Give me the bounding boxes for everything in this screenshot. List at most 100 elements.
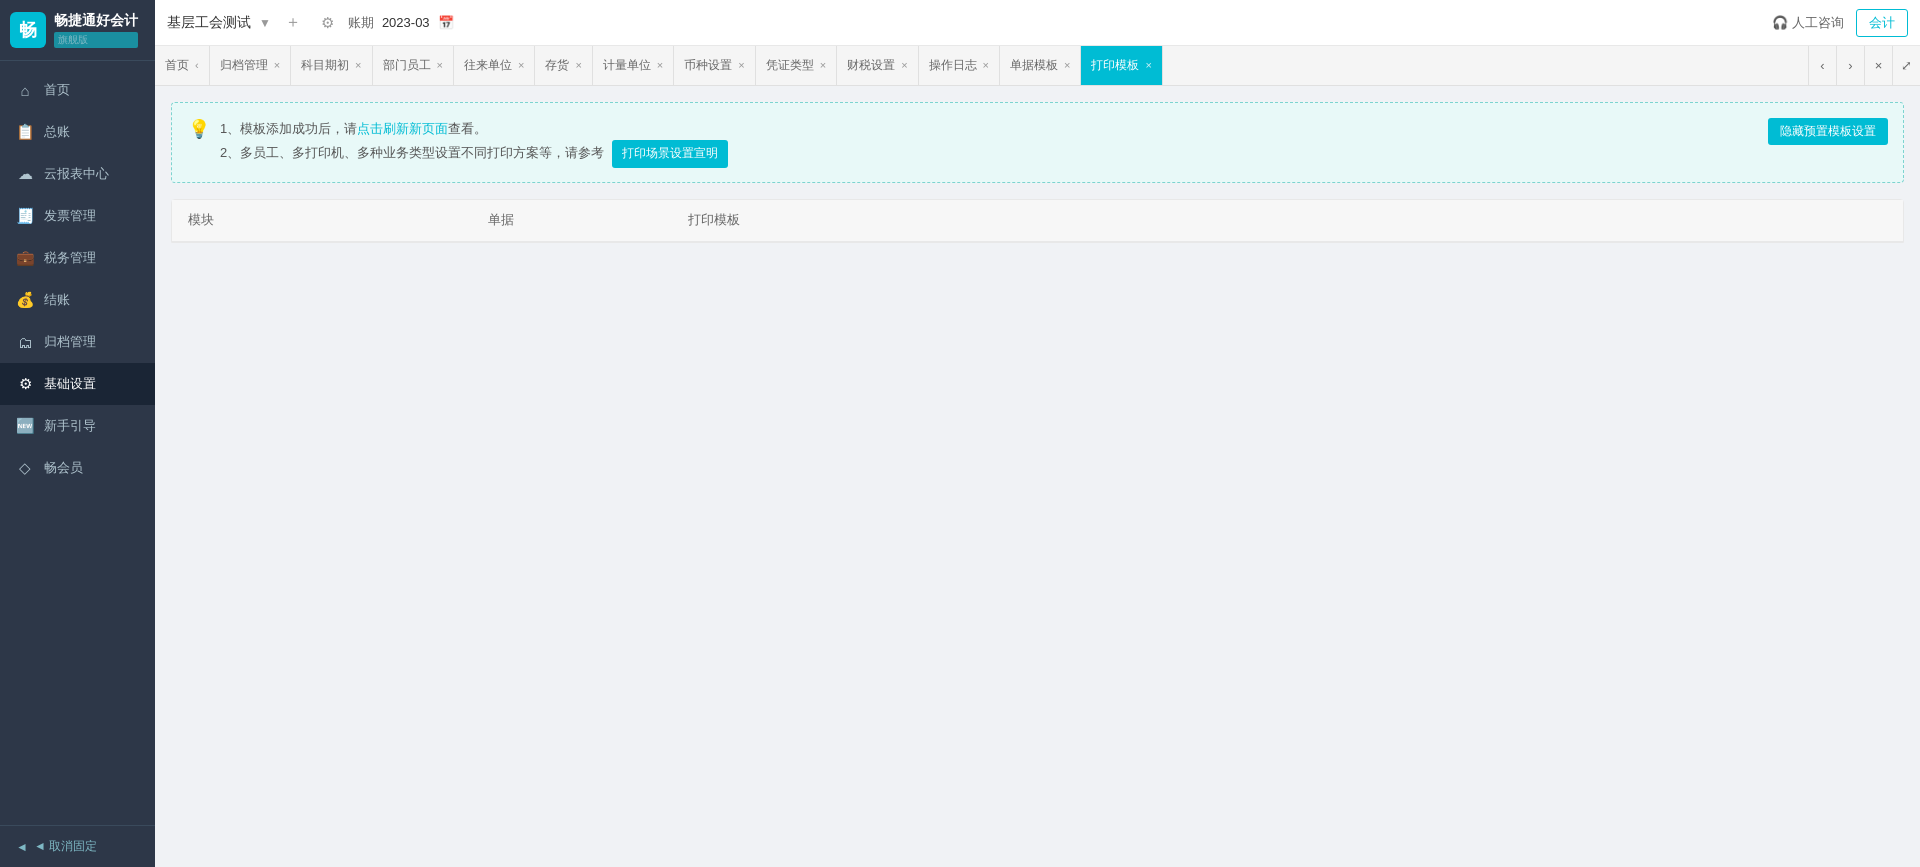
tab-archive-mgmt-label: 归档管理 [220,57,268,74]
tax-icon: 💼 [16,249,34,267]
support-button[interactable]: 🎧 人工咨询 [1772,14,1844,32]
col-print-header: 打印模板 [672,211,1903,229]
reports-icon: ☁ [16,165,34,183]
refresh-link[interactable]: 点击刷新新页面 [357,121,448,136]
main-area: 基层工会测试 ▼ ＋ ⚙ 账期 2023-03 📅 🎧 人工咨询 会计 首页 ‹… [155,0,1920,867]
col-module-header: 模块 [172,211,472,229]
tab-home-label: 首页 [165,57,189,74]
tab-voucher-type-label: 凭证类型 [766,57,814,74]
tab-oplog-label: 操作日志 [929,57,977,74]
sidebar-label-member: 畅会员 [44,459,83,477]
calendar-icon[interactable]: 📅 [438,15,454,30]
sidebar-item-member[interactable]: ◇ 畅会员 [0,447,155,489]
tab-dept-label: 部门员工 [383,57,431,74]
tab-vendor-label: 往来单位 [464,57,512,74]
sidebar-item-tax[interactable]: 💼 税务管理 [0,237,155,279]
info-line1-prefix: 1、模板添加成功后，请 [220,121,357,136]
hide-preview-button[interactable]: 隐藏预置模板设置 [1768,118,1888,145]
content-wrapper: 隐藏预置模板设置 💡 1、模板添加成功后，请点击刷新新页面查看。 2、多员工、多… [171,102,1904,243]
sidebar-item-settings[interactable]: ⚙ 基础设置 [0,363,155,405]
tab-archive-mgmt-close[interactable]: × [274,60,280,71]
tab-subject-close[interactable]: × [355,60,361,71]
tab-oplog[interactable]: 操作日志 × [919,46,1000,86]
tabbar: 首页 ‹ 归档管理 × 科目期初 × 部门员工 × 往来单位 × 存货 × 计量… [155,46,1920,86]
topbar-left: 基层工会测试 ▼ ＋ ⚙ 账期 2023-03 📅 [167,10,454,35]
explain-button[interactable]: 打印场景设置宣明 [612,140,728,168]
tab-voucher-type-close[interactable]: × [820,60,826,71]
tab-receipt-tpl-close[interactable]: × [1064,60,1070,71]
sidebar-item-settle[interactable]: 💰 结账 [0,279,155,321]
sidebar-item-home[interactable]: ⌂ 首页 [0,69,155,111]
invoice-icon: 🧾 [16,207,34,225]
sidebar-label-guide: 新手引导 [44,417,96,435]
tab-print-tpl[interactable]: 打印模板 × [1081,46,1162,86]
tab-home[interactable]: 首页 ‹ [155,46,210,86]
unpin-icon: ◄ [16,840,28,854]
tab-currency[interactable]: 币种设置 × [674,46,755,86]
tab-print-tpl-label: 打印模板 [1091,57,1139,74]
tab-tax-settings-close[interactable]: × [901,60,907,71]
tab-voucher-type[interactable]: 凭证类型 × [756,46,837,86]
info-line1: 1、模板添加成功后，请点击刷新新页面查看。 [220,117,728,140]
info-line2: 2、多员工、多打印机、多种业务类型设置不同打印方案等，请参考 打印场景设置宣明 [220,140,728,168]
tab-unit[interactable]: 计量单位 × [593,46,674,86]
sidebar-item-archive[interactable]: 🗂 归档管理 [0,321,155,363]
sidebar-label-ledger: 总账 [44,123,70,141]
tab-actions: ‹ › × ⤢ [1808,46,1920,86]
logo-icon: 畅 [10,12,46,48]
tab-receipt-tpl-label: 单据模板 [1010,57,1058,74]
tab-print-tpl-close[interactable]: × [1145,60,1151,71]
settings-gear-icon[interactable]: ⚙ [315,12,340,34]
guide-icon: 🆕 [16,417,34,435]
company-dropdown-icon[interactable]: ▼ [259,16,271,30]
support-label: 人工咨询 [1792,14,1844,32]
logo: 畅 畅捷通好会计 旗舰版 [0,0,155,61]
logo-title: 畅捷通好会计 [54,12,138,30]
tab-subject[interactable]: 科目期初 × [291,46,372,86]
tab-stock[interactable]: 存货 × [535,46,592,86]
sidebar-label-invoice: 发票管理 [44,207,96,225]
tab-oplog-close[interactable]: × [983,60,989,71]
sidebar-item-invoice[interactable]: 🧾 发票管理 [0,195,155,237]
lightbulb-icon: 💡 [188,118,210,140]
tab-nav-arrow[interactable]: ‹ [195,60,199,71]
topbar-right: 🎧 人工咨询 会计 [1772,9,1908,37]
tab-unit-label: 计量单位 [603,57,651,74]
tab-tax-settings-label: 财税设置 [847,57,895,74]
info-line1-suffix: 查看。 [448,121,487,136]
tab-stock-label: 存货 [545,57,569,74]
sidebar-item-guide[interactable]: 🆕 新手引导 [0,405,155,447]
sidebar-item-ledger[interactable]: 📋 总账 [0,111,155,153]
unpin-sidebar-button[interactable]: ◄ ◄ 取消固定 [0,825,155,867]
settle-icon: 💰 [16,291,34,309]
tab-currency-label: 币种设置 [684,57,732,74]
sidebar-label-settle: 结账 [44,291,70,309]
sidebar-label-settings: 基础设置 [44,375,96,393]
tab-currency-close[interactable]: × [738,60,744,71]
tab-unit-close[interactable]: × [657,60,663,71]
table-head-row: 模块 单据 打印模板 [172,200,1903,242]
tab-vendor-close[interactable]: × [518,60,524,71]
info-line2-text: 2、多员工、多打印机、多种业务类型设置不同打印方案等，请参考 [220,145,604,160]
tab-archive-mgmt[interactable]: 归档管理 × [210,46,291,86]
tab-receipt-tpl[interactable]: 单据模板 × [1000,46,1081,86]
tab-prev-button[interactable]: ‹ [1808,46,1836,86]
tab-stock-close[interactable]: × [575,60,581,71]
add-tab-button[interactable]: ＋ [279,10,307,35]
col-doc-header: 单据 [472,211,672,229]
account-button[interactable]: 会计 [1856,9,1908,37]
tab-dept[interactable]: 部门员工 × [373,46,454,86]
tab-expand-button[interactable]: ⤢ [1892,46,1920,86]
tab-vendor[interactable]: 往来单位 × [454,46,535,86]
sidebar-label-tax: 税务管理 [44,249,96,267]
unpin-label: ◄ 取消固定 [34,838,97,855]
sidebar-item-reports[interactable]: ☁ 云报表中心 [0,153,155,195]
tab-next-button[interactable]: › [1836,46,1864,86]
content-area: 隐藏预置模板设置 💡 1、模板添加成功后，请点击刷新新页面查看。 2、多员工、多… [155,86,1920,867]
tab-close-all-button[interactable]: × [1864,46,1892,86]
info-text: 1、模板添加成功后，请点击刷新新页面查看。 2、多员工、多打印机、多种业务类型设… [220,117,728,168]
tab-tax-settings[interactable]: 财税设置 × [837,46,918,86]
topbar: 基层工会测试 ▼ ＋ ⚙ 账期 2023-03 📅 🎧 人工咨询 会计 [155,0,1920,46]
sidebar-label-reports: 云报表中心 [44,165,109,183]
tab-dept-close[interactable]: × [437,60,443,71]
